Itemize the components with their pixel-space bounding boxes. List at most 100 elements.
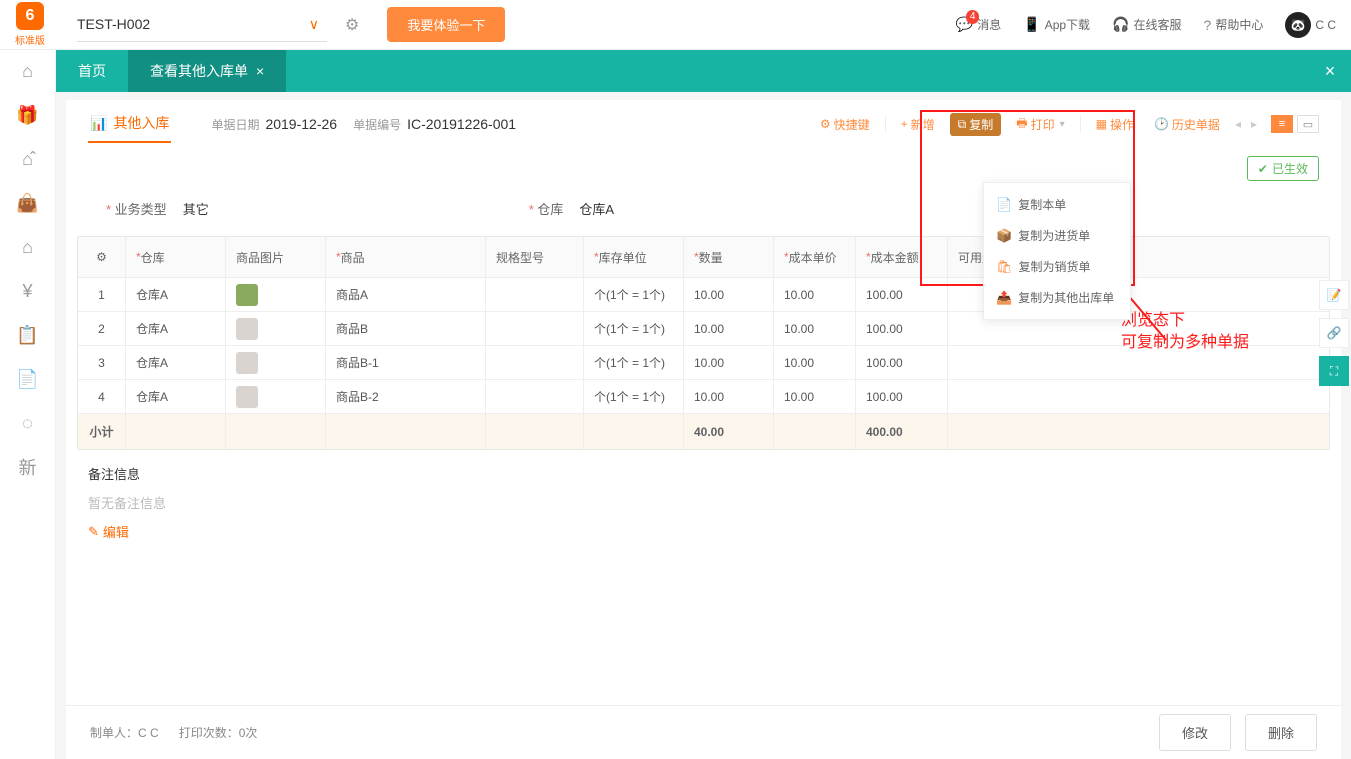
row-index: 4 xyxy=(78,380,126,413)
row-qty: 10.00 xyxy=(684,380,774,413)
row-product: 商品B xyxy=(326,312,486,345)
nav-clipboard-icon[interactable]: 📋 xyxy=(17,324,39,346)
dd-copy-purchase[interactable]: 📦复制为进货单 xyxy=(984,220,1130,251)
help-icon: ? xyxy=(1204,17,1212,33)
row-unit: 个(1个 = 1个) xyxy=(584,278,684,311)
row-index: 3 xyxy=(78,346,126,379)
remark-empty: 暂无备注信息 xyxy=(88,493,1319,512)
logo-icon: 6 xyxy=(16,2,44,30)
copy-button[interactable]: ⧉复制 xyxy=(950,113,1002,136)
tab-bar: 首页 查看其他入库单 × × xyxy=(56,50,1351,92)
row-amount: 100.00 xyxy=(856,346,948,379)
nav-home2-icon[interactable]: ⌂ xyxy=(17,236,39,258)
online-service-link[interactable]: 🎧 在线客服 xyxy=(1112,16,1181,33)
nav-home-icon[interactable]: ⌂ xyxy=(17,60,39,82)
plus-icon: + xyxy=(901,117,908,131)
messages-link[interactable]: 💬 4 消息 xyxy=(956,16,1001,33)
row-image xyxy=(226,346,326,379)
nav-new-icon[interactable]: 新 xyxy=(17,456,39,478)
prev-icon[interactable]: ◂ xyxy=(1235,117,1241,131)
view-grid-toggle[interactable]: ▭ xyxy=(1297,115,1319,133)
rail-note-icon[interactable]: 📝 xyxy=(1319,280,1349,310)
chart-icon: 📊 xyxy=(90,115,107,132)
row-warehouse: 仓库A xyxy=(126,346,226,379)
row-price: 10.00 xyxy=(774,380,856,413)
biz-type-field: 业务类型其它 xyxy=(106,199,209,218)
nav-house-icon[interactable]: ⌂̂ xyxy=(17,148,39,170)
chevron-down-icon: ▾ xyxy=(1060,119,1065,130)
page-tab-other-in[interactable]: 📊 其他入库 xyxy=(88,105,171,143)
row-amount: 100.00 xyxy=(856,312,948,345)
trial-button[interactable]: 我要体验一下 xyxy=(387,7,505,42)
shortcut-button[interactable]: ⚙快捷键 xyxy=(815,113,875,136)
help-center-link[interactable]: ? 帮助中心 xyxy=(1204,16,1264,33)
dd-copy-sales[interactable]: 🛍复制为销货单 xyxy=(984,251,1130,282)
product-thumb-icon xyxy=(236,352,258,374)
row-spec xyxy=(486,346,584,379)
col-amount: 成本金额 xyxy=(856,237,948,277)
close-all-tabs[interactable]: × xyxy=(1309,50,1351,92)
ops-button[interactable]: ▦操作 xyxy=(1091,113,1139,136)
history-icon: 🕑 xyxy=(1154,117,1169,131)
col-spec: 规格型号 xyxy=(486,237,584,277)
row-product: 商品A xyxy=(326,278,486,311)
subtotal-amount: 400.00 xyxy=(856,414,948,449)
row-qty: 10.00 xyxy=(684,312,774,345)
row-qty: 10.00 xyxy=(684,278,774,311)
col-qty: 数量 xyxy=(684,237,774,277)
col-product: 商品 xyxy=(326,237,486,277)
history-button[interactable]: 🕑历史单据 xyxy=(1149,113,1225,136)
row-product: 商品B-2 xyxy=(326,380,486,413)
add-button[interactable]: +新增 xyxy=(896,113,940,136)
row-product: 商品B-1 xyxy=(326,346,486,379)
col-image: 商品图片 xyxy=(226,237,326,277)
nav-doc-icon[interactable]: 📄 xyxy=(17,368,39,390)
nav-bag-icon[interactable]: 👜 xyxy=(17,192,39,214)
next-icon[interactable]: ▸ xyxy=(1251,117,1257,131)
copy-icon: ⧉ xyxy=(958,117,967,132)
copy-dropdown: 📄复制本单 📦复制为进货单 🛍复制为销货单 📤复制为其他出库单 xyxy=(983,182,1131,320)
dd-copy-other-out[interactable]: 📤复制为其他出库单 xyxy=(984,282,1130,313)
table-row[interactable]: 4仓库A商品B-2个(1个 = 1个)10.0010.00100.00 xyxy=(78,379,1329,413)
user-menu[interactable]: 🐼 C C xyxy=(1285,12,1336,38)
settings-icon[interactable]: ⚙ xyxy=(345,15,359,35)
box-icon: 📦 xyxy=(996,228,1012,244)
dd-copy-this[interactable]: 📄复制本单 xyxy=(984,189,1130,220)
annotation-text: 浏览态下 可复制为多种单据 xyxy=(1121,310,1249,354)
row-amount: 100.00 xyxy=(856,278,948,311)
view-list-toggle[interactable]: ≡ xyxy=(1271,115,1293,133)
doc-icon: 📄 xyxy=(996,197,1012,213)
row-price: 10.00 xyxy=(774,346,856,379)
delete-button[interactable]: 删除 xyxy=(1245,714,1317,751)
status-badge: ✔已生效 xyxy=(1247,156,1319,181)
row-unit: 个(1个 = 1个) xyxy=(584,346,684,379)
sidebar: ⌂ 🎁 ⌂̂ 👜 ⌂ ¥ 📋 📄 ◌ 新 xyxy=(0,50,56,759)
tab-view-other-in[interactable]: 查看其他入库单 × xyxy=(128,50,286,92)
nav-money-icon[interactable]: ¥ xyxy=(17,280,39,302)
divider xyxy=(885,115,886,133)
org-selector[interactable]: TEST-H002 ∨ xyxy=(77,8,327,42)
product-thumb-icon xyxy=(236,318,258,340)
warehouse-field: 仓库仓库A xyxy=(529,199,614,218)
check-icon: ✔ xyxy=(1258,162,1268,176)
headset-icon: 🎧 xyxy=(1112,16,1129,33)
rail-expand-icon[interactable]: ⛶ xyxy=(1319,356,1349,386)
table-row[interactable]: 1仓库A商品A个(1个 = 1个)10.0010.00100.00 xyxy=(78,277,1329,311)
row-price: 10.00 xyxy=(774,278,856,311)
org-name: TEST-H002 xyxy=(77,16,150,32)
print-button[interactable]: 🖶打印▾ xyxy=(1011,111,1069,138)
rail-link-icon[interactable]: 🔗 xyxy=(1319,318,1349,348)
grid-icon: ▦ xyxy=(1096,117,1107,131)
app-download-link[interactable]: 📱 App下载 xyxy=(1023,16,1090,33)
row-warehouse: 仓库A xyxy=(126,380,226,413)
tab-home[interactable]: 首页 xyxy=(56,50,128,92)
remark-edit-button[interactable]: ✎编辑 xyxy=(88,522,1319,541)
product-thumb-icon xyxy=(236,284,258,306)
nav-circle-icon[interactable]: ◌ xyxy=(17,412,39,434)
nav-gift-icon[interactable]: 🎁 xyxy=(17,104,39,126)
close-icon[interactable]: × xyxy=(256,63,264,79)
col-settings[interactable]: ⚙ xyxy=(78,237,126,277)
row-spec xyxy=(486,380,584,413)
modify-button[interactable]: 修改 xyxy=(1159,714,1231,751)
subtotal-qty: 40.00 xyxy=(684,414,774,449)
